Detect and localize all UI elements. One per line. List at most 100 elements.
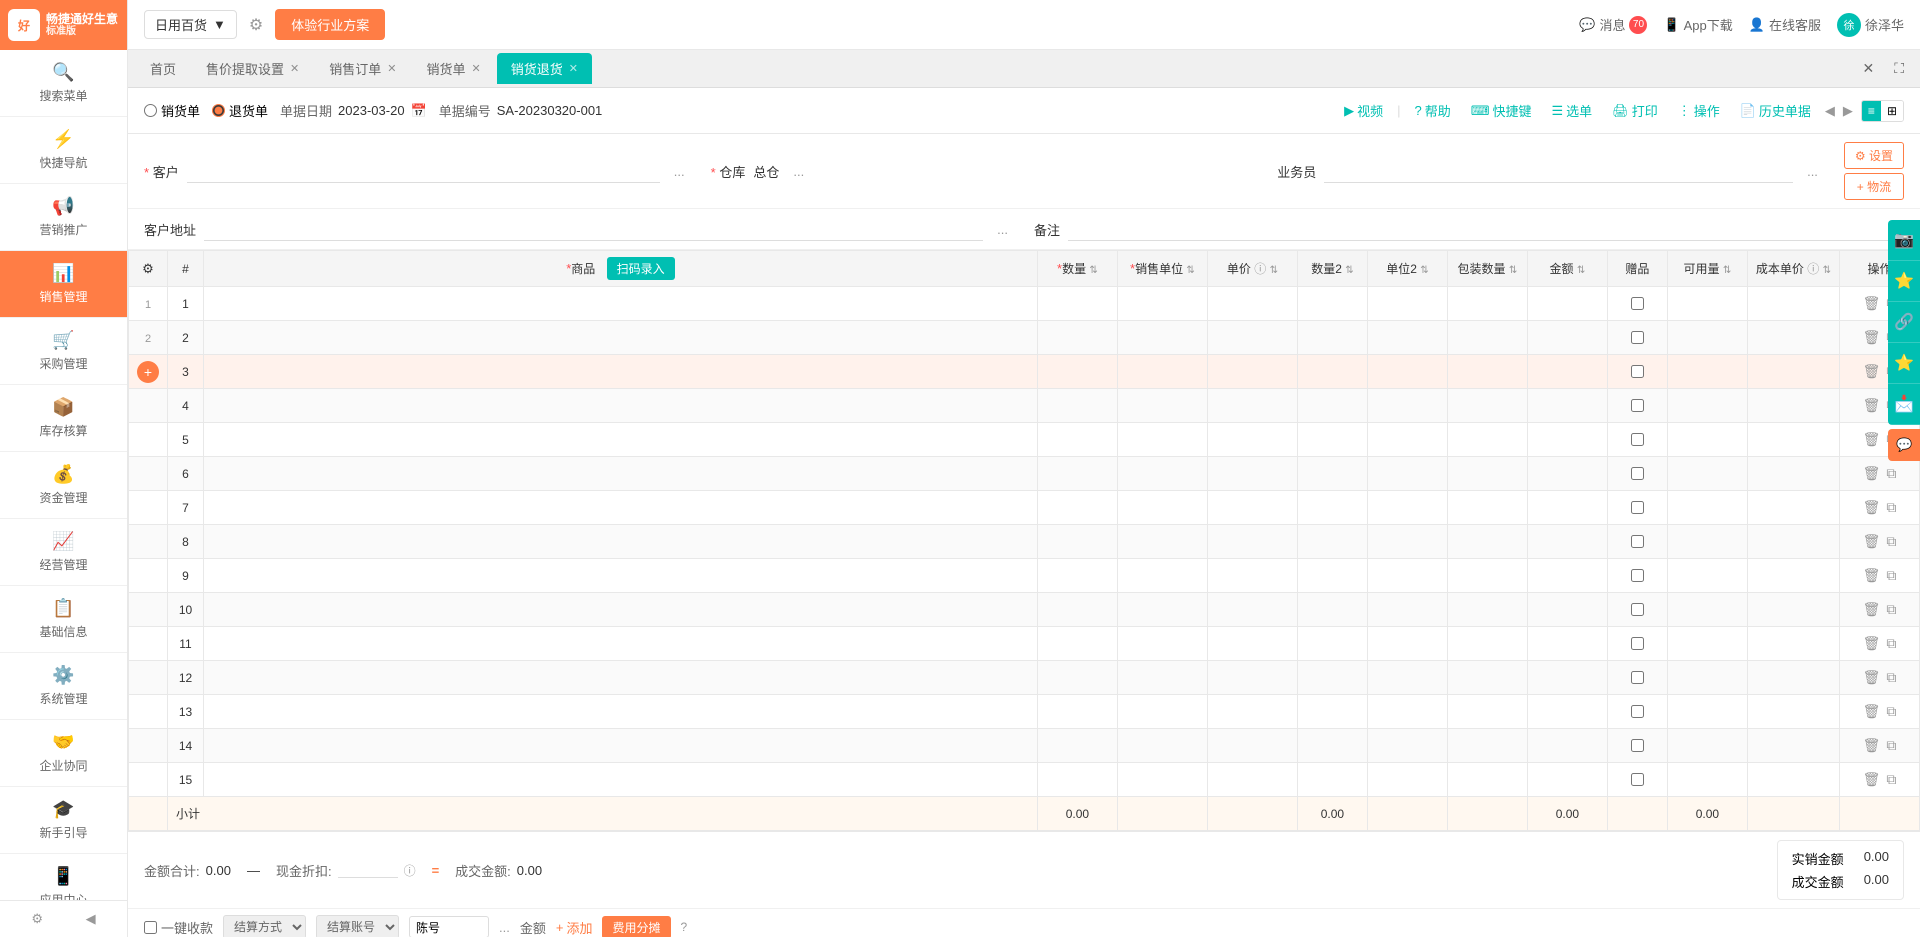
td-pack-qty[interactable]: [1447, 355, 1527, 389]
delete-icon[interactable]: 🗑: [1863, 533, 1881, 550]
info-icon[interactable]: ?: [681, 920, 688, 934]
delete-icon[interactable]: 🗑: [1863, 703, 1881, 720]
gift-checkbox[interactable]: [1631, 569, 1644, 582]
td-quantity[interactable]: [1037, 355, 1117, 389]
delete-icon[interactable]: 🗑: [1863, 329, 1881, 346]
td-unit2[interactable]: [1367, 287, 1447, 321]
td-product[interactable]: [204, 321, 1038, 355]
gift-checkbox[interactable]: [1631, 399, 1644, 412]
notes-input[interactable]: [1068, 217, 1904, 241]
td-quantity2[interactable]: [1297, 287, 1367, 321]
copy-icon[interactable]: ⧉: [1886, 499, 1896, 516]
sort-icon[interactable]: ⇅: [1509, 265, 1517, 276]
gift-checkbox[interactable]: [1631, 365, 1644, 378]
gift-checkbox[interactable]: [1631, 705, 1644, 718]
copy-icon[interactable]: ⧉: [1886, 635, 1896, 652]
scan-button[interactable]: 扫码录入: [607, 257, 675, 280]
tab-sales-return[interactable]: 销货退货 ✕: [497, 53, 592, 84]
operations-action[interactable]: ⋮ 操作: [1672, 98, 1726, 123]
tab-sales-order[interactable]: 销售订单 ✕: [315, 53, 410, 84]
add-expense-button[interactable]: + 添加: [556, 918, 593, 937]
td-sales-unit[interactable]: [1117, 355, 1207, 389]
td-unit2[interactable]: [1367, 321, 1447, 355]
account-no-input[interactable]: [409, 916, 489, 937]
sort-icon[interactable]: ⇅: [1577, 265, 1585, 276]
delete-icon[interactable]: 🗑: [1863, 363, 1881, 380]
td-product[interactable]: [204, 287, 1038, 321]
td-quantity[interactable]: [1037, 321, 1117, 355]
salesperson-select-btn[interactable]: ...: [1801, 164, 1824, 179]
delete-icon[interactable]: 🗑: [1863, 431, 1881, 448]
gift-checkbox[interactable]: [1631, 671, 1644, 684]
customer-select-btn[interactable]: ...: [668, 164, 691, 179]
video-action[interactable]: ▶ 视频: [1338, 98, 1389, 123]
calendar-icon[interactable]: 📅: [411, 103, 427, 119]
tab-close-icon[interactable]: ✕: [387, 62, 396, 75]
info-icon[interactable]: ⓘ: [1254, 262, 1266, 276]
td-sales-unit[interactable]: [1117, 321, 1207, 355]
settings-button[interactable]: ⚙ 设置: [1844, 142, 1904, 169]
cash-discount-input[interactable]: [338, 862, 398, 878]
td-unit-price[interactable]: [1207, 287, 1297, 321]
gift-checkbox[interactable]: [1631, 773, 1644, 786]
tab-home[interactable]: 首页: [136, 53, 190, 84]
copy-icon[interactable]: ⧉: [1886, 669, 1896, 686]
sidebar-item-marketing[interactable]: 📢 营销推广: [0, 184, 127, 251]
copy-icon[interactable]: ⧉: [1886, 601, 1896, 618]
radio-sales-delivery[interactable]: 销货单: [144, 101, 200, 120]
warehouse-select-btn[interactable]: ...: [787, 164, 810, 179]
td-cost-price[interactable]: [1747, 287, 1839, 321]
delete-icon[interactable]: 🗑: [1863, 567, 1881, 584]
sidebar-item-shortcut[interactable]: ⚡ 快捷导航: [0, 117, 127, 184]
salesperson-input[interactable]: [1324, 159, 1793, 183]
tab-close-icon[interactable]: ✕: [290, 62, 299, 75]
history-action[interactable]: 📄 历史单据: [1734, 98, 1817, 123]
info-icon[interactable]: ⓘ: [1807, 262, 1819, 276]
radio-sales-return[interactable]: 退货单: [212, 101, 268, 120]
print-action[interactable]: 🖨 打印: [1606, 98, 1664, 123]
gift-checkbox[interactable]: [1631, 501, 1644, 514]
copy-icon[interactable]: ⧉: [1886, 465, 1896, 482]
sidebar-settings-icon[interactable]: ⚙: [31, 911, 43, 927]
td-sales-unit[interactable]: [1117, 287, 1207, 321]
delete-icon[interactable]: 🗑: [1863, 295, 1881, 312]
td-cost-price[interactable]: [1747, 355, 1839, 389]
td-quantity2[interactable]: [1297, 321, 1367, 355]
td-amount[interactable]: [1527, 355, 1607, 389]
delete-icon[interactable]: 🗑: [1863, 601, 1881, 618]
delete-icon[interactable]: 🗑: [1863, 771, 1881, 788]
radio-return-input[interactable]: [212, 104, 225, 117]
sidebar-item-inventory[interactable]: 📦 库存核算: [0, 385, 127, 452]
calc-method-select[interactable]: 结算方式: [223, 915, 306, 937]
mail-icon-button[interactable]: 📩: [1888, 384, 1920, 425]
delete-icon[interactable]: 🗑: [1863, 465, 1881, 482]
td-amount[interactable]: [1527, 321, 1607, 355]
sidebar-item-finance[interactable]: 💰 资金管理: [0, 452, 127, 519]
sidebar-item-purchase[interactable]: 🛒 采购管理: [0, 318, 127, 385]
address-select-btn[interactable]: ...: [991, 222, 1014, 237]
help-action[interactable]: ? 帮助: [1408, 98, 1456, 123]
settings-icon[interactable]: ⚙: [249, 15, 263, 35]
sort-icon[interactable]: ⇅: [1823, 265, 1831, 276]
app-download[interactable]: 📱 App下载: [1663, 15, 1732, 34]
nav-next-icon[interactable]: ▶: [1843, 103, 1853, 119]
copy-icon[interactable]: ⧉: [1886, 737, 1896, 754]
delete-icon[interactable]: 🗑: [1863, 669, 1881, 686]
window-close-button[interactable]: ✕: [1854, 58, 1882, 79]
delete-icon[interactable]: 🗑: [1863, 499, 1881, 516]
sidebar-item-system[interactable]: ⚙️ 系统管理: [0, 653, 127, 720]
td-quantity2[interactable]: [1297, 355, 1367, 389]
td-product[interactable]: [204, 355, 1038, 389]
sidebar-item-basic[interactable]: 📋 基础信息: [0, 586, 127, 653]
gift-checkbox[interactable]: [1631, 297, 1644, 310]
sort-icon[interactable]: ⇅: [1345, 265, 1353, 276]
sort-icon[interactable]: ⇅: [1270, 265, 1278, 276]
tab-price-settings[interactable]: 售价提取设置 ✕: [192, 53, 313, 84]
tab-close-icon[interactable]: ✕: [569, 62, 578, 75]
nav-prev-icon[interactable]: ◀: [1825, 103, 1835, 119]
camera-icon-button[interactable]: 📷: [1888, 220, 1920, 261]
copy-icon[interactable]: ⧉: [1886, 771, 1896, 788]
sidebar-item-sales[interactable]: 📊 销售管理: [0, 251, 127, 318]
bookmark-icon-button[interactable]: ⭐: [1888, 343, 1920, 384]
td-pack-qty[interactable]: [1447, 287, 1527, 321]
